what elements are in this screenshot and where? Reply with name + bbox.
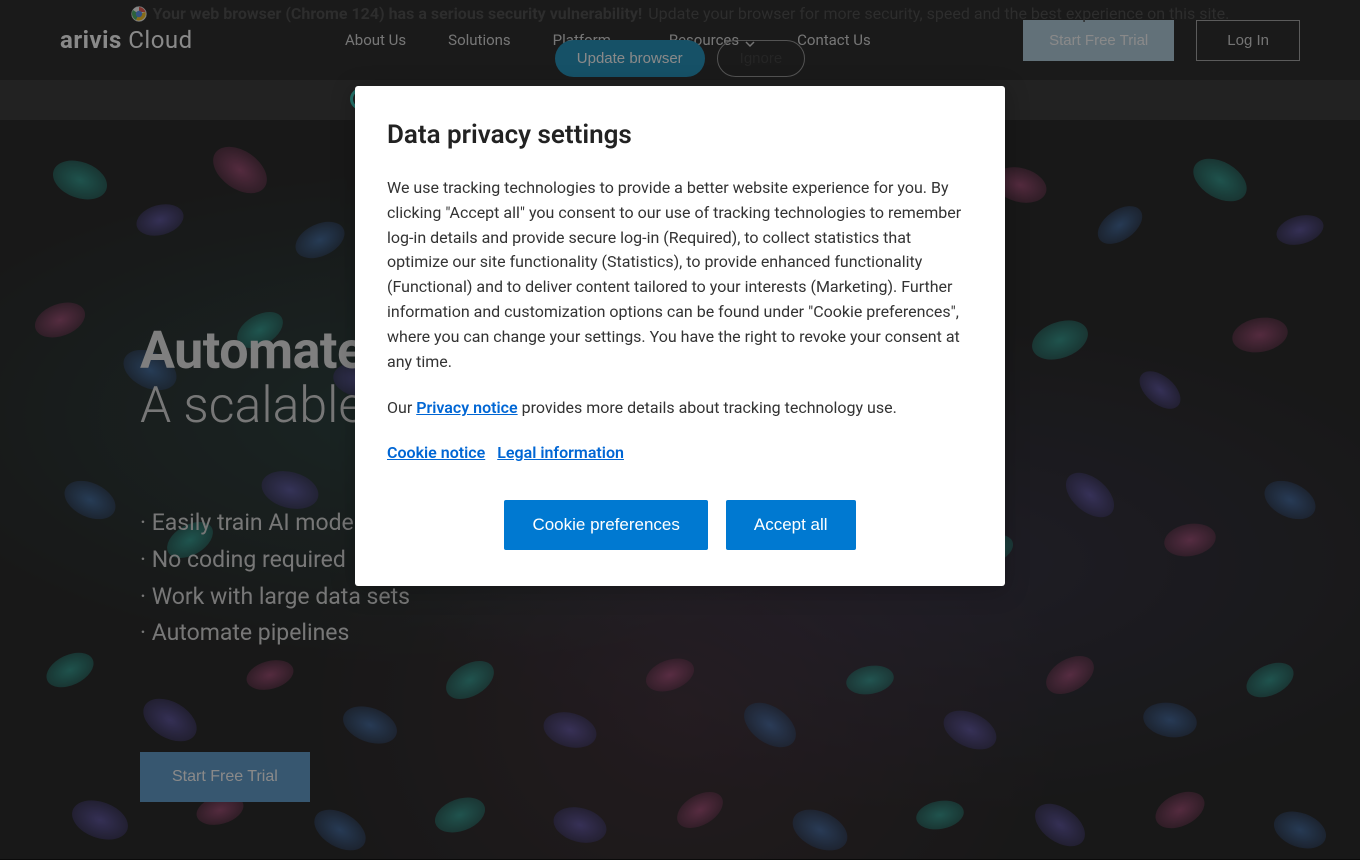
cookie-notice-link[interactable]: Cookie notice [387,443,485,462]
modal-body-privacy-line: Our Privacy notice provides more details… [387,396,973,421]
modal-body-main: We use tracking technologies to provide … [387,176,973,374]
cookie-preferences-button[interactable]: Cookie preferences [504,500,707,550]
accept-all-button[interactable]: Accept all [726,500,856,550]
modal-actions: Cookie preferences Accept all [387,500,973,550]
modal-body2-suffix: provides more details about tracking tec… [518,398,897,417]
privacy-notice-link[interactable]: Privacy notice [416,398,517,417]
legal-information-link[interactable]: Legal information [497,443,624,462]
privacy-modal: Data privacy settings We use tracking te… [355,86,1005,586]
modal-body2-prefix: Our [387,398,416,417]
modal-title: Data privacy settings [387,120,973,150]
modal-links-row: Cookie notice Legal information [387,443,973,462]
